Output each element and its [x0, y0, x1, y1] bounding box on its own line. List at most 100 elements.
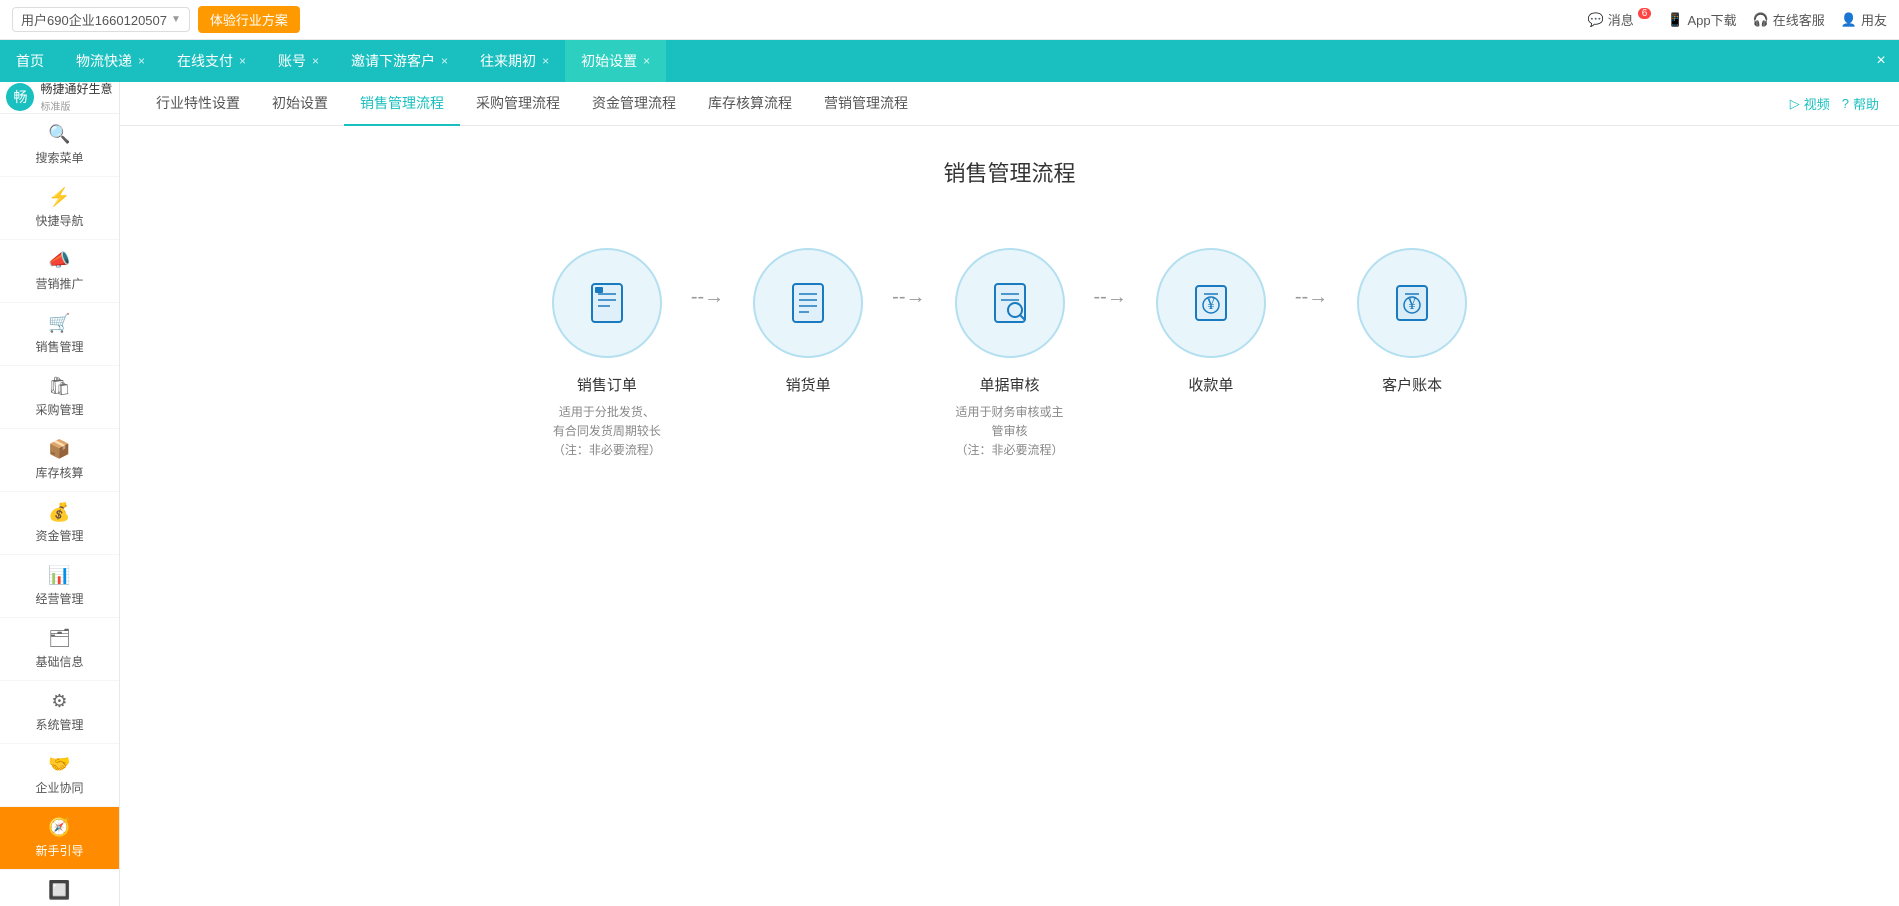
nav-tab-account-close[interactable]: × — [312, 54, 319, 68]
sidebar-item-marketing-label: 营销推广 — [35, 275, 83, 292]
sub-tab-industry[interactable]: 行业特性设置 — [140, 82, 256, 126]
user-label: 用户690企业1660120507 — [21, 10, 167, 29]
avatar-icon: 👤 — [1841, 12, 1857, 28]
flow-circle-sales-order — [552, 248, 662, 358]
sidebar-item-quick-nav[interactable]: ⚡ 快捷导航 — [0, 177, 119, 240]
flow-step-doc-review[interactable]: 单据审核 适用于财务审核或主管审核（注：非必要流程） — [930, 248, 1090, 461]
nav-tab-invite-close[interactable]: × — [441, 54, 448, 68]
headset-icon: 🎧 — [1753, 12, 1769, 28]
sub-tab-purchase-flow[interactable]: 采购管理流程 — [460, 82, 576, 126]
handshake-icon: 🤝 — [48, 754, 70, 775]
sub-tab-initial-label: 初始设置 — [272, 93, 328, 113]
nav-tab-logistics[interactable]: 物流快递 × — [60, 40, 161, 82]
bag-icon: 🛍 — [48, 376, 71, 397]
sidebar-item-marketing[interactable]: 📣 营销推广 — [0, 240, 119, 303]
flow-circle-sales-invoice — [753, 248, 863, 358]
flow-step-receipt-title: 收款单 — [1188, 374, 1233, 395]
nav-tab-init[interactable]: 初始设置 × — [565, 40, 666, 82]
nav-tab-init-close[interactable]: × — [643, 54, 650, 68]
page-content: 销售管理流程 销售订单 适用于分批发货、有合同 — [120, 126, 1899, 491]
message-icon: 💬 — [1588, 12, 1604, 28]
user-selector[interactable]: 用户690企业1660120507 ▼ — [12, 7, 190, 32]
sub-tab-finance-flow[interactable]: 资金管理流程 — [576, 82, 692, 126]
message-link[interactable]: 💬 消息 6 — [1588, 10, 1652, 29]
nav-tab-home-label: 首页 — [16, 51, 44, 71]
nav-tab-invite[interactable]: 邀请下游客户 × — [335, 40, 464, 82]
video-link[interactable]: ▷ 视频 — [1790, 94, 1830, 113]
sidebar-item-app-center[interactable]: 🔲 应用中心 — [0, 870, 119, 906]
nav-tab-payment-close[interactable]: × — [239, 54, 246, 68]
sub-tab-purchase-flow-label: 采购管理流程 — [476, 93, 560, 113]
logo-text-block: 畅捷通好生意 标准版 — [40, 82, 112, 113]
flow-step-doc-review-desc: 适用于财务审核或主管审核（注：非必要流程） — [955, 403, 1063, 461]
sidebar-item-system-label: 系统管理 — [35, 716, 83, 733]
play-icon: ▷ — [1790, 96, 1800, 112]
nav-close-all-button[interactable]: × — [1863, 40, 1899, 82]
top-bar: 用户690企业1660120507 ▼ 体验行业方案 💬 消息 6 📱 App下… — [0, 0, 1899, 40]
download-icon: 📱 — [1667, 12, 1683, 28]
sub-tab-marketing-flow-label: 营销管理流程 — [824, 93, 908, 113]
sub-tab-industry-label: 行业特性设置 — [156, 93, 240, 113]
sidebar-item-search[interactable]: 🔍 搜索菜单 — [0, 114, 119, 177]
svg-text:¥: ¥ — [1207, 296, 1215, 313]
flow-step-receipt[interactable]: ¥ 收款单 — [1131, 248, 1291, 403]
flow-step-customer-ledger[interactable]: ¥ 客户账本 — [1332, 248, 1492, 403]
sub-tab-inventory-flow[interactable]: 库存核算流程 — [692, 82, 808, 126]
grid-icon: 🔲 — [48, 880, 70, 901]
flow-step-sales-invoice[interactable]: 销货单 — [728, 248, 888, 403]
nav-tab-account[interactable]: 账号 × — [262, 40, 335, 82]
app-download-label: App下载 — [1687, 10, 1736, 29]
sidebar-item-sales[interactable]: 🛒 销售管理 — [0, 303, 119, 366]
megaphone-icon: 📣 — [48, 250, 70, 271]
sidebar: 畅 畅捷通好生意 标准版 🔍 搜索菜单 ⚡ 快捷导航 📣 营销推广 🛒 销售管理… — [0, 82, 120, 906]
money-icon: 💰 — [48, 502, 70, 523]
user-menu-link[interactable]: 👤 用友 — [1841, 10, 1887, 29]
flow-arrow-4: --→ — [1295, 248, 1328, 309]
nav-tab-payment[interactable]: 在线支付 × — [161, 40, 262, 82]
nav-tab-logistics-label: 物流快递 — [76, 51, 132, 71]
flow-step-sales-order-title: 销售订单 — [577, 374, 637, 395]
online-service-link[interactable]: 🎧 在线客服 — [1753, 10, 1825, 29]
sidebar-item-guide-label: 新手引导 — [35, 842, 83, 859]
sidebar-logo: 畅 畅捷通好生意 标准版 — [0, 82, 119, 114]
box-icon: 📦 — [48, 439, 70, 460]
sidebar-item-operation[interactable]: 📊 经营管理 — [0, 555, 119, 618]
flow-step-doc-review-title: 单据审核 — [979, 374, 1039, 395]
app-download-link[interactable]: 📱 App下载 — [1667, 10, 1736, 29]
sidebar-item-guide[interactable]: 🧭 新手引导 — [0, 807, 119, 870]
flow-arrow-2: --→ — [892, 248, 925, 309]
sidebar-item-basic[interactable]: 🗂 基础信息 — [0, 618, 119, 681]
sub-tab-marketing-flow[interactable]: 营销管理流程 — [808, 82, 924, 126]
video-label: 视频 — [1804, 94, 1830, 113]
sidebar-item-system[interactable]: ⚙ 系统管理 — [0, 681, 119, 744]
sidebar-item-finance-label: 资金管理 — [35, 527, 83, 544]
flow-step-customer-ledger-title: 客户账本 — [1382, 374, 1442, 395]
nav-tab-account-label: 账号 — [278, 51, 306, 71]
message-badge: 6 — [1638, 8, 1652, 19]
nav-tab-period[interactable]: 往来期初 × — [464, 40, 565, 82]
search-icon: 🔍 — [48, 124, 70, 145]
sidebar-item-finance[interactable]: 💰 资金管理 — [0, 492, 119, 555]
sub-tab-sales-flow[interactable]: 销售管理流程 — [344, 82, 460, 126]
page-title: 销售管理流程 — [160, 156, 1859, 188]
nav-tab-period-close[interactable]: × — [542, 54, 549, 68]
flow-step-sales-order[interactable]: 销售订单 适用于分批发货、有合同发货周期较长（注：非必要流程） — [527, 248, 687, 461]
flow-circle-receipt: ¥ — [1156, 248, 1266, 358]
sidebar-item-collab[interactable]: 🤝 企业协同 — [0, 744, 119, 807]
sidebar-item-operation-label: 经营管理 — [35, 590, 83, 607]
sidebar-item-inventory[interactable]: 📦 库存核算 — [0, 429, 119, 492]
flow-arrow-3: --→ — [1094, 248, 1127, 309]
sidebar-item-purchase[interactable]: 🛍 采购管理 — [0, 366, 119, 429]
sub-tab-initial[interactable]: 初始设置 — [256, 82, 344, 126]
sub-tabs: 行业特性设置 初始设置 销售管理流程 采购管理流程 资金管理流程 库存核算流程 … — [120, 82, 1899, 126]
help-link[interactable]: ? 帮助 — [1842, 94, 1879, 113]
sub-tabs-right: ▷ 视频 ? 帮助 — [1790, 94, 1879, 113]
nav-tab-init-label: 初始设置 — [581, 51, 637, 71]
sidebar-item-basic-label: 基础信息 — [35, 653, 83, 670]
nav-tab-logistics-close[interactable]: × — [138, 54, 145, 68]
nav-tab-payment-label: 在线支付 — [177, 51, 233, 71]
sub-tab-finance-flow-label: 资金管理流程 — [592, 93, 676, 113]
top-bar-right: 💬 消息 6 📱 App下载 🎧 在线客服 👤 用友 — [1588, 10, 1888, 29]
nav-tab-home[interactable]: 首页 — [0, 40, 60, 82]
trial-button[interactable]: 体验行业方案 — [198, 6, 300, 33]
